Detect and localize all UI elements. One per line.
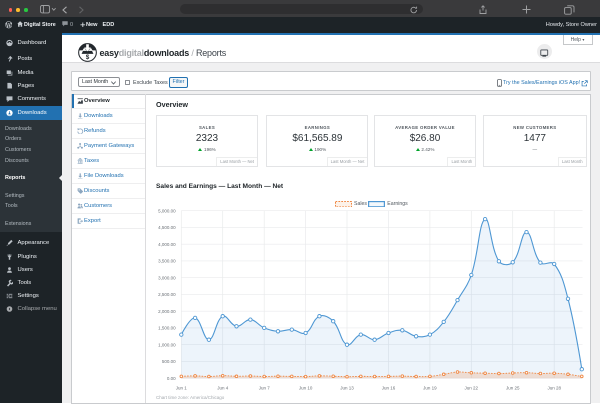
svg-text:Jun 25: Jun 25 [506, 385, 520, 390]
svg-text:Jun 19: Jun 19 [423, 385, 437, 390]
svg-text:3,500.00: 3,500.00 [158, 259, 176, 264]
svg-text:Jun 10: Jun 10 [299, 385, 313, 390]
svg-text:Jun 13: Jun 13 [340, 385, 354, 390]
svg-text:4,000.00: 4,000.00 [158, 242, 176, 247]
svg-text:1,500.00: 1,500.00 [158, 326, 176, 331]
svg-text:Jun 16: Jun 16 [382, 385, 396, 390]
svg-text:2,000.00: 2,000.00 [158, 309, 176, 314]
svg-text:500.00: 500.00 [162, 359, 176, 364]
svg-text:Jun 1: Jun 1 [176, 385, 188, 390]
svg-text:4,500.00: 4,500.00 [158, 225, 176, 230]
svg-text:$: $ [86, 53, 90, 60]
svg-text:Jun 7: Jun 7 [259, 385, 271, 390]
svg-text:1,000.00: 1,000.00 [158, 342, 176, 347]
svg-text:5,000.00: 5,000.00 [158, 208, 176, 213]
svg-text:3,000.00: 3,000.00 [158, 275, 176, 280]
svg-text:Jun 4: Jun 4 [217, 385, 229, 390]
svg-text:2,500.00: 2,500.00 [158, 292, 176, 297]
svg-text:Jun 28: Jun 28 [547, 385, 561, 390]
svg-text:0.00: 0.00 [167, 376, 176, 381]
svg-text:Jun 22: Jun 22 [465, 385, 479, 390]
